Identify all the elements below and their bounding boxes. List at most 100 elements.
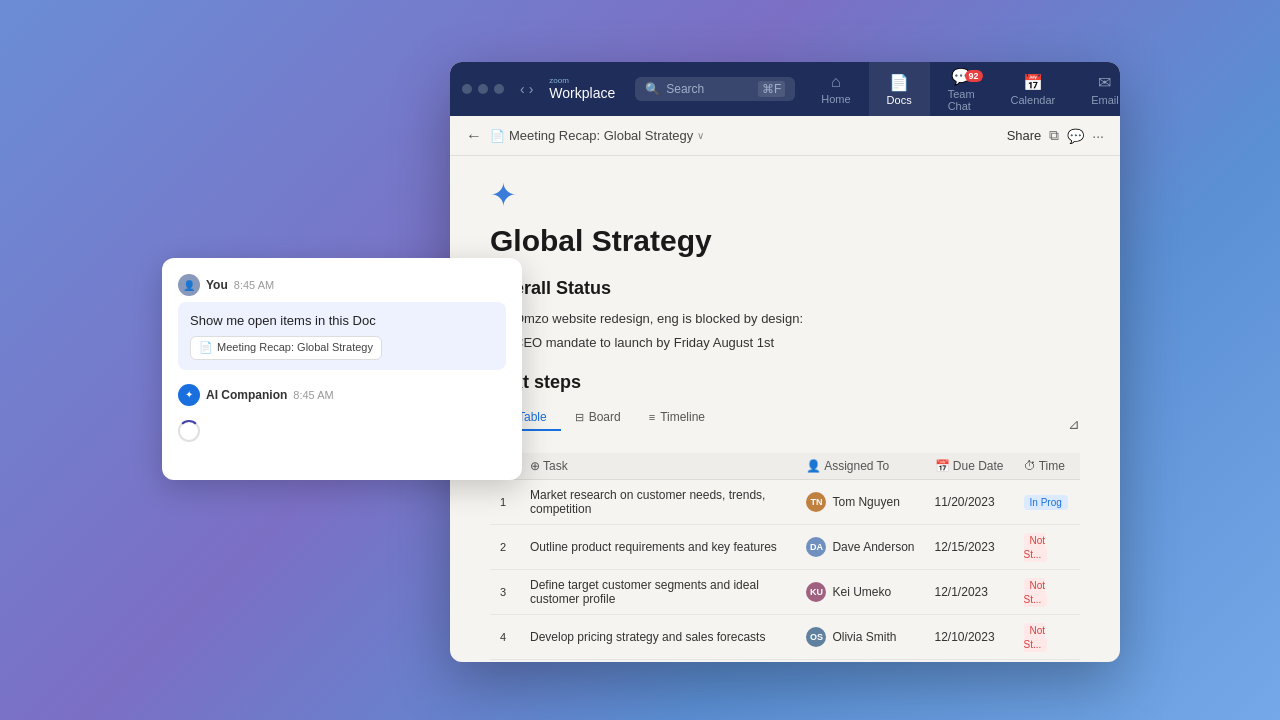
tab-team-chat-label: Team Chat [948, 88, 975, 112]
row-num: 4 [490, 615, 520, 660]
assignee-name: Dave Anderson [832, 540, 914, 554]
doc-ref-text: Meeting Recap: Global Strategy [217, 340, 373, 355]
win-btn-maximize[interactable] [494, 84, 504, 94]
task-name: Develop pricing strategy and sales forec… [520, 615, 796, 660]
tab-calendar-label: Calendar [1011, 94, 1056, 106]
tab-home[interactable]: ⌂ Home [803, 62, 868, 116]
status-cell: Not St... [1014, 570, 1080, 615]
doc-toolbar: ← 📄 Meeting Recap: Global Strategy ∨ Sha… [450, 116, 1120, 156]
ai-sender-name: AI Companion [206, 388, 287, 402]
ai-sender: ✦ AI Companion 8:45 AM [178, 384, 506, 406]
win-btn-minimize[interactable] [478, 84, 488, 94]
chat-panel: 👤 You 8:45 AM Show me open items in this… [162, 258, 522, 480]
user-chat-bubble: Show me open items in this Doc 📄 Meeting… [178, 302, 506, 370]
avatar: KU [806, 582, 826, 602]
avatar: OS [806, 627, 826, 647]
user-message: 👤 You 8:45 AM Show me open items in this… [178, 274, 506, 370]
bullet-item: CEO mandate to launch by Friday August 1… [514, 333, 1080, 353]
more-options-button[interactable]: ··· [1092, 128, 1104, 144]
view-tabs: ⊞ Table ⊟ Board ≡ Timeline [490, 405, 1068, 431]
search-bar[interactable]: 🔍 Search ⌘F [635, 77, 795, 101]
status-cell: In Prog [1014, 480, 1080, 525]
assignee-name: Tom Nguyen [832, 495, 899, 509]
zoom-brand: zoom Workplace [549, 77, 615, 102]
view-tab-timeline[interactable]: ≡ Timeline [635, 405, 719, 431]
assignee-name: Olivia Smith [832, 630, 896, 644]
ai-message: ✦ AI Companion 8:45 AM [178, 384, 506, 450]
search-placeholder: Search [666, 82, 704, 96]
doc-ref-icon: 📄 [199, 340, 213, 355]
overall-status-heading: Overall Status [490, 278, 1080, 299]
add-row[interactable]: + [490, 660, 1080, 663]
overall-status-list: Omzo website redesign, eng is blocked by… [490, 309, 1080, 352]
timeline-icon: ≡ [649, 411, 655, 423]
status-badge: In Prog [1024, 495, 1068, 510]
nav-tabs: ⌂ Home 📄 Docs 💬 Team Chat 92 📅 Calendar … [803, 62, 1120, 116]
tab-home-label: Home [821, 93, 850, 105]
filter-icon[interactable]: ⊿ [1068, 416, 1080, 432]
breadcrumb: 📄 Meeting Recap: Global Strategy ∨ [490, 128, 704, 143]
breadcrumb-text: Meeting Recap: Global Strategy [509, 128, 693, 143]
user-sender-name: You [206, 278, 228, 292]
status-badge: Not St... [1024, 578, 1048, 607]
view-tab-table-label: Table [518, 410, 547, 424]
doc-content: ✦ Global Strategy Overall Status Omzo we… [450, 156, 1120, 662]
status-badge: Not St... [1024, 623, 1048, 652]
doc-file-icon: 📄 [490, 129, 505, 143]
due-date-cell: 11/20/2023 [925, 480, 1014, 525]
toolbar-actions: Share ⧉ 💬 ··· [1007, 127, 1104, 144]
search-icon: 🔍 [645, 82, 660, 96]
win-btn-close[interactable] [462, 84, 472, 94]
nav-arrows: ‹ › [520, 81, 533, 97]
status-cell: Not St... [1014, 525, 1080, 570]
board-icon: ⊟ [575, 411, 584, 424]
breadcrumb-chevron-icon: ∨ [697, 130, 704, 141]
back-arrow-icon[interactable]: ‹ [520, 81, 525, 97]
docs-icon: 📄 [889, 73, 909, 92]
col-header-task: ⊕ Task [520, 453, 796, 480]
add-row-cell[interactable]: + [490, 660, 1080, 663]
tab-calendar[interactable]: 📅 Calendar [993, 62, 1074, 116]
ai-sender-time: 8:45 AM [293, 389, 333, 401]
next-steps-heading: Next steps [490, 372, 1080, 393]
assignee-cell: OS Olivia Smith [796, 615, 924, 660]
forward-arrow-icon[interactable]: › [529, 81, 534, 97]
avatar: DA [806, 537, 826, 557]
assignee-cell: TN Tom Nguyen [796, 480, 924, 525]
tab-docs[interactable]: 📄 Docs [869, 62, 930, 116]
tab-email-label: Email [1091, 94, 1119, 106]
team-chat-badge: 92 [965, 70, 983, 82]
bullet-item: Omzo website redesign, eng is blocked by… [514, 309, 1080, 329]
present-button[interactable]: ⧉ [1049, 127, 1059, 144]
share-button[interactable]: Share [1007, 128, 1042, 143]
due-date-cell: 12/1/2023 [925, 570, 1014, 615]
task-table: ⊕ ⊕ Task 👤 Assigned To 📅 Due Date ⏱ Time… [490, 453, 1080, 662]
due-date-cell: 12/10/2023 [925, 615, 1014, 660]
task-name: Market research on customer needs, trend… [520, 480, 796, 525]
comment-button[interactable]: 💬 [1067, 128, 1084, 144]
status-cell: Not St... [1014, 615, 1080, 660]
nav-bar: ‹ › zoom Workplace 🔍 Search ⌘F ⌂ Home 📄 … [450, 62, 1120, 116]
ai-loading-indicator [178, 412, 506, 450]
view-tab-board[interactable]: ⊟ Board [561, 405, 635, 431]
user-avatar: 👤 [178, 274, 200, 296]
col-header-due-date: 📅 Due Date [925, 453, 1014, 480]
row-num: 1 [490, 480, 520, 525]
view-tab-timeline-label: Timeline [660, 410, 705, 424]
table-row: 2 Outline product requirements and key f… [490, 525, 1080, 570]
email-icon: ✉ [1098, 73, 1111, 92]
row-num: 2 [490, 525, 520, 570]
doc-back-button[interactable]: ← [466, 127, 482, 145]
tab-team-chat[interactable]: 💬 Team Chat 92 [930, 62, 993, 116]
tab-docs-label: Docs [887, 94, 912, 106]
doc-title: Global Strategy [490, 224, 1080, 258]
window-controls [462, 84, 504, 94]
zoom-label: zoom [549, 77, 615, 85]
tab-email[interactable]: ✉ Email [1073, 62, 1120, 116]
task-name: Outline product requirements and key fea… [520, 525, 796, 570]
table-row: 1 Market research on customer needs, tre… [490, 480, 1080, 525]
user-sender: 👤 You 8:45 AM [178, 274, 506, 296]
status-badge: Not St... [1024, 533, 1048, 562]
col-header-assigned: 👤 Assigned To [796, 453, 924, 480]
table-row: 3 Define target customer segments and id… [490, 570, 1080, 615]
